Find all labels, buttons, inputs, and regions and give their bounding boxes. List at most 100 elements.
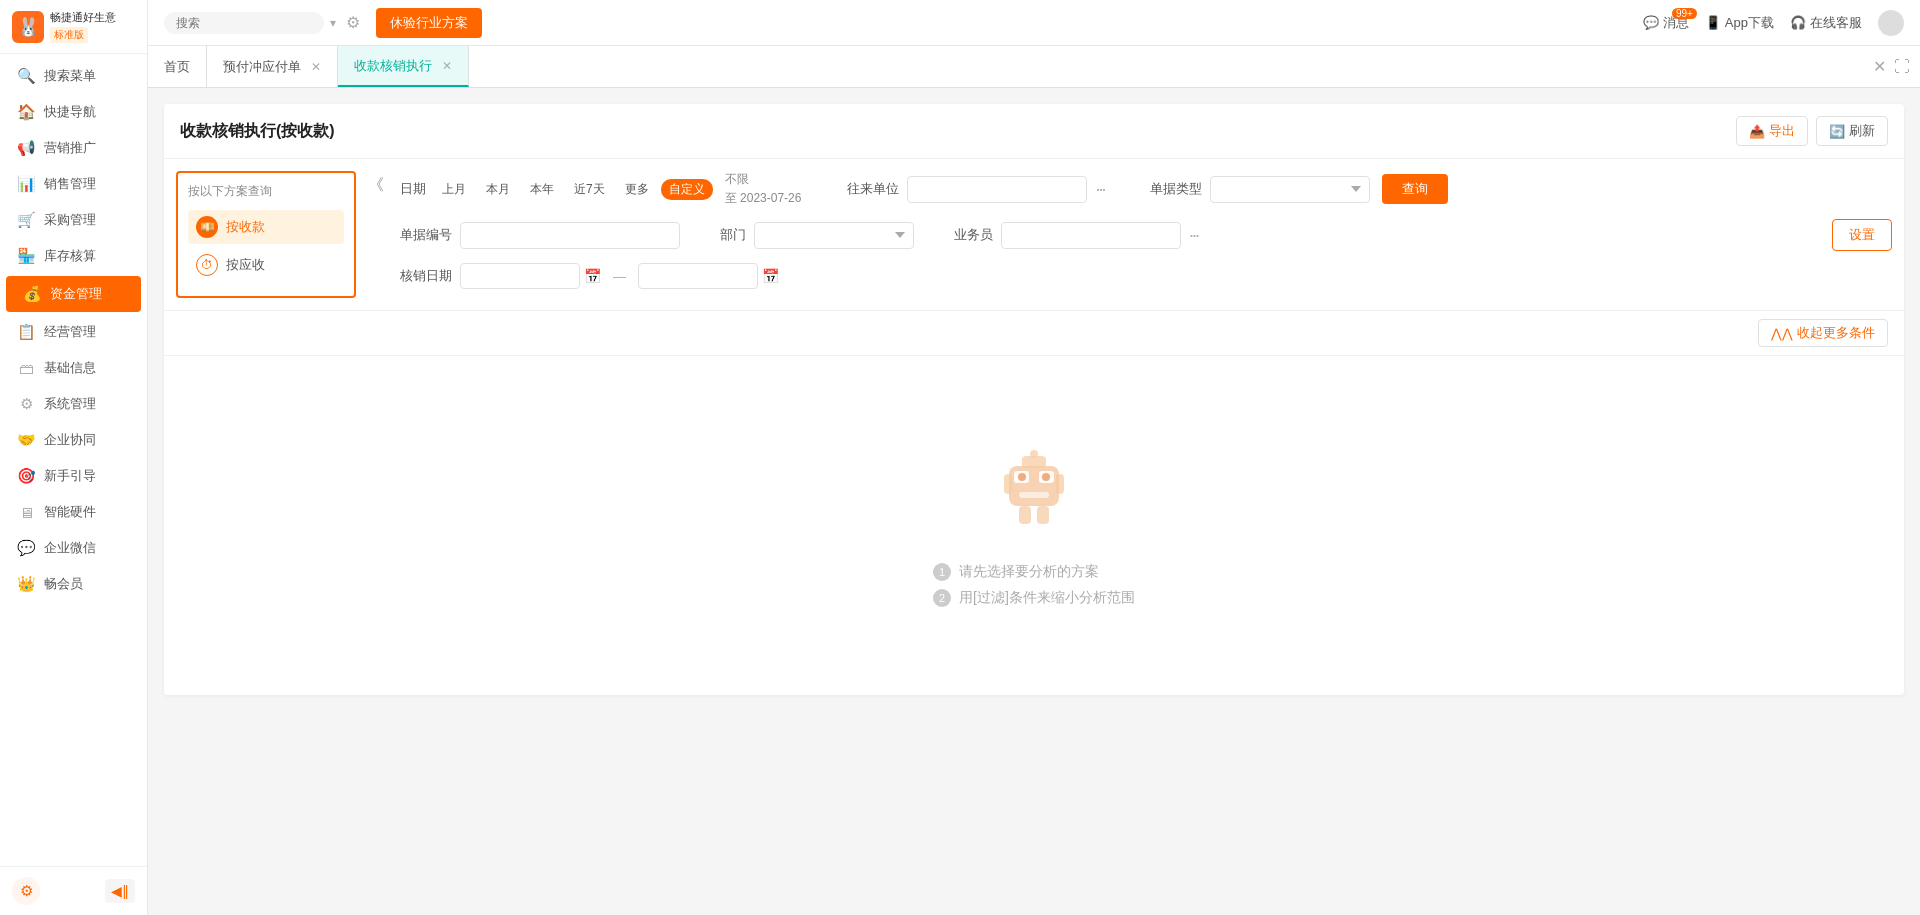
sales-icon: 📊 <box>16 175 36 193</box>
staff-input[interactable] <box>1001 222 1181 249</box>
empty-num-1: 1 <box>933 563 951 581</box>
sidebar-item-vip[interactable]: 👑 畅会员 <box>0 566 147 602</box>
svg-rect-7 <box>1056 474 1064 494</box>
filter-option-by-receipt[interactable]: 💴 按收款 <box>188 210 344 244</box>
sidebar-item-quicknav[interactable]: 🏠 快捷导航 <box>0 94 147 130</box>
sidebar-item-guide[interactable]: 🎯 新手引导 <box>0 458 147 494</box>
app-download-icon: 📱 <box>1705 15 1721 30</box>
tab-receipt-writeoff[interactable]: 收款核销执行 ✕ <box>338 46 469 87</box>
sidebar-label-guide: 新手引导 <box>44 467 96 485</box>
staff-dots[interactable]: ··· <box>1189 225 1198 246</box>
svg-rect-6 <box>1004 474 1012 494</box>
date-tab-this-month[interactable]: 本月 <box>478 179 518 200</box>
header-right: 💬 消息 99+ 📱 App下载 🎧 在线客服 <box>1643 10 1904 36</box>
sidebar-item-hardware[interactable]: 🖥 智能硬件 <box>0 494 147 530</box>
purchase-icon: 🛒 <box>16 211 36 229</box>
query-btn[interactable]: 查询 <box>1382 174 1448 204</box>
date-tab-last-month[interactable]: 上月 <box>434 179 474 200</box>
collapse-more-label: 收起更多条件 <box>1797 324 1875 342</box>
empty-state: 1 请先选择要分析的方案 2 用[过滤]条件来缩小分析范围 <box>164 356 1904 695</box>
writeoff-date-end-cal-icon[interactable]: 📅 <box>762 268 779 284</box>
header-dropdown-icon[interactable]: ▾ <box>330 16 336 30</box>
department-select[interactable] <box>754 222 914 249</box>
sidebar-item-marketing[interactable]: 📢 营销推广 <box>0 130 147 166</box>
counterpart-dots[interactable]: ··· <box>1095 179 1104 200</box>
sidebar-logo: 🐰 畅捷通好生意 标准版 <box>0 0 147 54</box>
message-icon: 💬 <box>1643 15 1659 30</box>
app-name: 畅捷通好生意 <box>50 10 116 25</box>
sidebar-label-system: 系统管理 <box>44 395 96 413</box>
sidebar-menu: 🔍 搜索菜单 🏠 快捷导航 📢 营销推广 📊 销售管理 🛒 采购管理 🏪 库存核… <box>0 54 147 866</box>
sidebar-item-search[interactable]: 🔍 搜索菜单 <box>0 58 147 94</box>
sidebar-item-system[interactable]: ⚙ 系统管理 <box>0 386 147 422</box>
writeoff-date-end[interactable]: 2023-07-21 <box>638 263 758 289</box>
sidebar-item-wechat[interactable]: 💬 企业微信 <box>0 530 147 566</box>
header-app-download[interactable]: 📱 App下载 <box>1705 14 1774 32</box>
header-message[interactable]: 💬 消息 99+ <box>1643 14 1689 32</box>
voucher-no-field: 单据编号 <box>400 222 680 249</box>
sidebar-item-enterprise[interactable]: 🤝 企业协同 <box>0 422 147 458</box>
svg-rect-8 <box>1019 506 1031 524</box>
voucher-no-input[interactable] <box>460 222 680 249</box>
writeoff-date-start[interactable]: 2023-03-01 <box>460 263 580 289</box>
sidebar-label-hardware: 智能硬件 <box>44 503 96 521</box>
sidebar-item-operations[interactable]: 📋 经营管理 <box>0 314 147 350</box>
tab-prepay-close[interactable]: ✕ <box>311 60 321 74</box>
refresh-btn[interactable]: 🔄 刷新 <box>1816 116 1888 146</box>
main-area: ▾ ⚙ 休验行业方案 💬 消息 99+ 📱 App下载 🎧 在线客服 首页 <box>148 0 1920 915</box>
date-tab-more[interactable]: 更多 <box>617 179 657 200</box>
filter-collapse-btn[interactable]: 《 <box>368 171 388 298</box>
date-tab-last-7days[interactable]: 近7天 <box>566 179 613 200</box>
wechat-icon: 💬 <box>16 539 36 557</box>
filter-label-receivable: 按应收 <box>226 256 265 274</box>
search-form: 日期 上月 本月 本年 近7天 更多 自定义 不限 至 <box>400 171 1892 298</box>
sidebar-item-inventory[interactable]: 🏪 库存核算 <box>0 238 147 274</box>
tab-home-label: 首页 <box>164 58 190 76</box>
voucher-type-select[interactable] <box>1210 176 1370 203</box>
header-online-service[interactable]: 🎧 在线客服 <box>1790 14 1862 32</box>
counterpart-input[interactable] <box>907 176 1087 203</box>
hardware-icon: 🖥 <box>16 504 36 521</box>
industry-btn[interactable]: 休验行业方案 <box>376 8 482 38</box>
sidebar-label-search: 搜索菜单 <box>44 67 96 85</box>
receivable-icon: ⏱ <box>196 254 218 276</box>
sidebar-collapse-btn[interactable]: ◀‖ <box>105 879 135 903</box>
tab-close-all-icon[interactable]: ✕ <box>1873 57 1886 76</box>
tab-expand-icon[interactable]: ⛶ <box>1894 58 1910 76</box>
receipt-icon: 💴 <box>196 216 218 238</box>
writeoff-date-start-cal-icon[interactable]: 📅 <box>584 268 601 284</box>
header-search-input[interactable] <box>164 12 324 34</box>
sidebar-item-purchase[interactable]: 🛒 采购管理 <box>0 202 147 238</box>
header-gear-icon[interactable]: ⚙ <box>346 13 360 32</box>
sidebar-item-sales[interactable]: 📊 销售管理 <box>0 166 147 202</box>
page-title-bar: 收款核销执行(按收款) 📤 导出 🔄 刷新 <box>164 104 1904 159</box>
tab-receipt-writeoff-close[interactable]: ✕ <box>442 59 452 73</box>
user-avatar[interactable] <box>1878 10 1904 36</box>
export-btn[interactable]: 📤 导出 <box>1736 116 1808 146</box>
sidebar-item-funds[interactable]: 💰 资金管理 <box>6 276 141 312</box>
sidebar-label-wechat: 企业微信 <box>44 539 96 557</box>
voucher-type-label: 单据类型 <box>1150 180 1202 198</box>
empty-icon <box>984 436 1084 539</box>
robot-illustration <box>984 436 1084 536</box>
sidebar-item-basic[interactable]: 🗃 基础信息 <box>0 350 147 386</box>
tab-bar-right: ✕ ⛶ <box>1863 46 1920 87</box>
tab-prepay[interactable]: 预付冲应付单 ✕ <box>207 46 338 87</box>
voucher-type-field: 单据类型 查询 <box>1150 174 1448 204</box>
svg-rect-3 <box>1019 492 1049 498</box>
empty-hint-2: 2 用[过滤]条件来缩小分析范围 <box>933 589 1135 607</box>
writeoff-date-end-group: 2023-07-21 📅 <box>638 263 779 289</box>
svg-point-11 <box>1042 473 1050 481</box>
settings-bottom-btn[interactable]: ⚙ <box>12 877 40 905</box>
search-panel: 按以下方案查询 💴 按收款 ⏱ 按应收 《 <box>164 159 1904 311</box>
tab-home[interactable]: 首页 <box>148 46 207 87</box>
setting-btn[interactable]: 设置 <box>1832 219 1892 251</box>
date-tab-this-year[interactable]: 本年 <box>522 179 562 200</box>
app-name-area: 畅捷通好生意 标准版 <box>50 10 116 43</box>
filter-option-by-receivable[interactable]: ⏱ 按应收 <box>188 248 344 282</box>
sidebar-label-inventory: 库存核算 <box>44 247 96 265</box>
home-icon: 🏠 <box>16 103 36 121</box>
date-tab-custom[interactable]: 自定义 <box>661 179 713 200</box>
app-logo-icon: 🐰 <box>12 11 44 43</box>
collapse-more-btn[interactable]: ⋀⋀ 收起更多条件 <box>1758 319 1888 347</box>
